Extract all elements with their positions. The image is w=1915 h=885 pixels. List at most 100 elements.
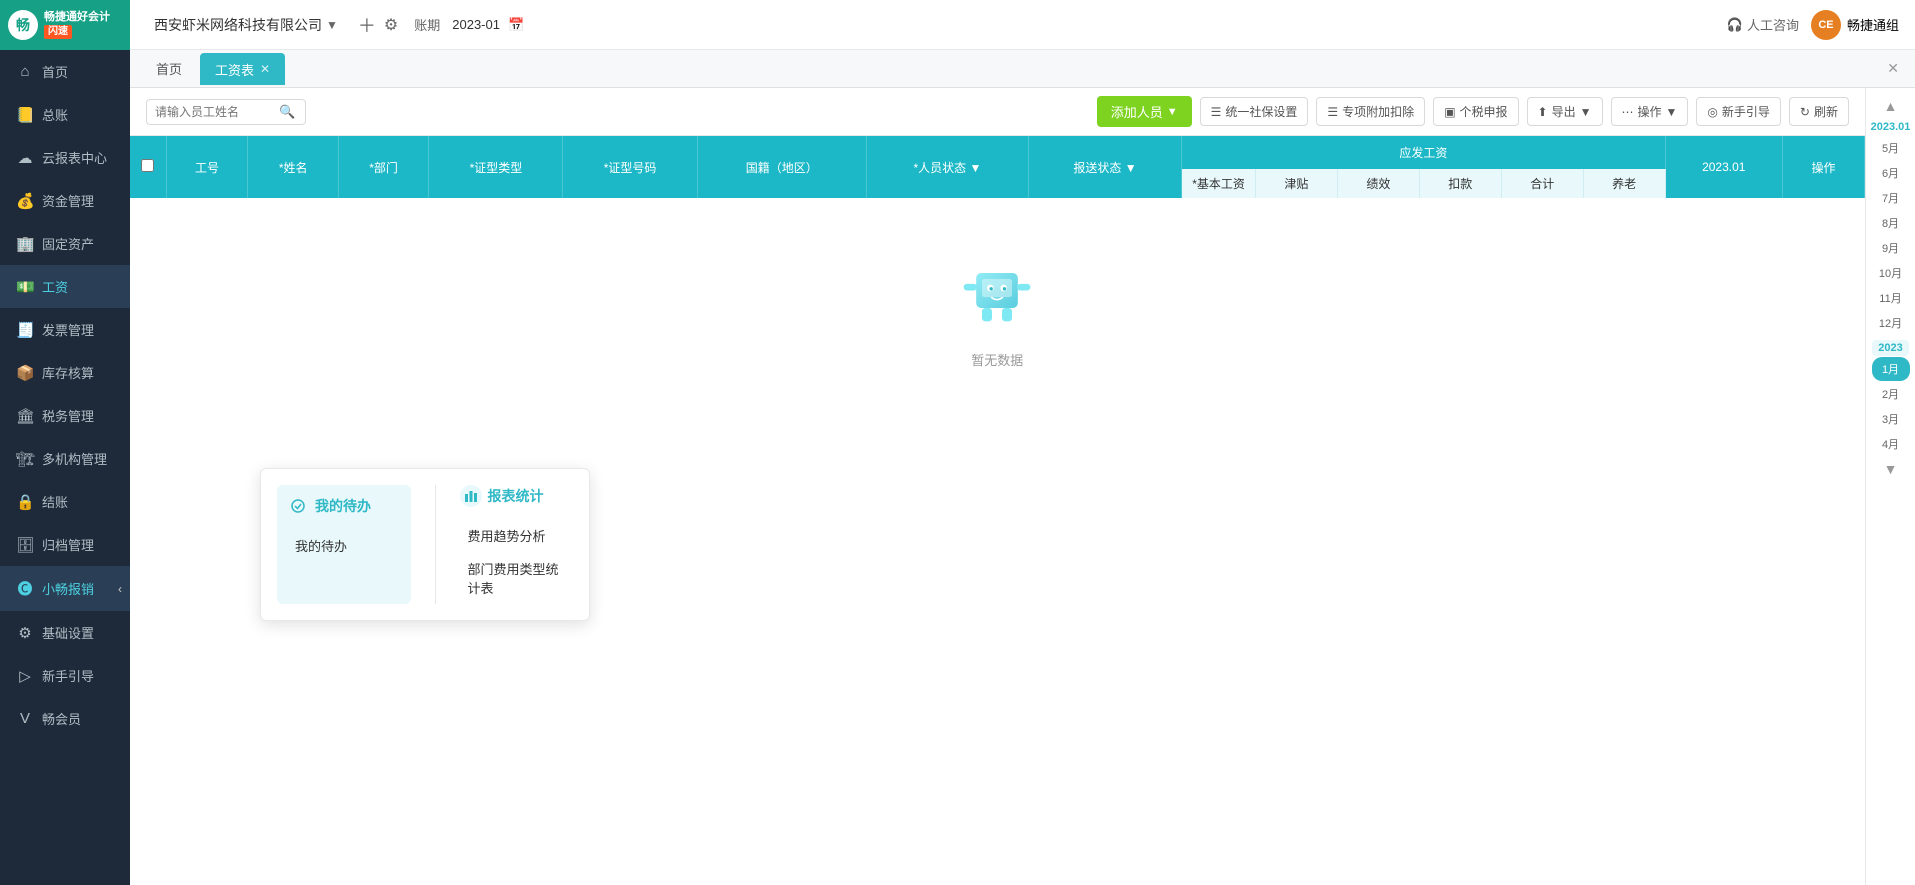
popup-report-item-1[interactable]: 费用趋势分析 xyxy=(460,519,574,552)
timeline-month-7[interactable]: 7月 xyxy=(1872,186,1910,210)
new-guide-button[interactable]: ◎ 新手引导 xyxy=(1696,97,1781,126)
sidebar-item-ledger[interactable]: 📒 总账 xyxy=(0,93,130,136)
sidebar-item-invoice[interactable]: 🧾 发票管理 xyxy=(0,308,130,351)
company-name: 西安虾米网络科技有限公司 xyxy=(154,15,322,35)
period-value: 2023-01 xyxy=(452,17,500,32)
timeline-month-10[interactable]: 10月 xyxy=(1872,261,1910,285)
filter-icon[interactable]: ▼ xyxy=(969,161,981,175)
timeline-up-icon[interactable]: ▲ xyxy=(1880,94,1902,118)
search-box[interactable]: 🔍 xyxy=(146,99,306,125)
timeline-prev-year-label: 2023.01 xyxy=(1867,119,1915,135)
select-all-checkbox[interactable] xyxy=(141,159,154,172)
sidebar-item-fixed-assets[interactable]: 🏢 固定资产 xyxy=(0,222,130,265)
search-input[interactable] xyxy=(155,105,275,119)
period-label: 账期 xyxy=(414,15,440,34)
personal-tax-button[interactable]: ▣ 个税申报 xyxy=(1433,97,1518,126)
col-deduction: 扣款 xyxy=(1419,169,1501,198)
col-status: *人员状态 ▼ xyxy=(866,136,1028,198)
sidebar-item-vip[interactable]: V 畅会员 xyxy=(0,697,130,740)
sidebar: 畅 畅捷通好会计 闪速 ⌂ 首页 📒 总账 ☁ 云报表中心 💰 资金管理 🏢 固… xyxy=(0,0,130,885)
tab-salary-label: 工资表 xyxy=(215,60,254,79)
sidebar-label-ledger: 总账 xyxy=(42,105,68,124)
sidebar-item-archive[interactable]: 🗄 归档管理 xyxy=(0,523,130,566)
add-dropdown-icon: ▼ xyxy=(1167,106,1178,118)
logo-icon: 畅 xyxy=(8,10,38,40)
sidebar-item-cloud-report[interactable]: ☁ 云报表中心 xyxy=(0,136,130,179)
close-tab-icon[interactable]: ✕ xyxy=(260,62,270,76)
home-icon: ⌂ xyxy=(16,63,34,80)
fixed-assets-icon: 🏢 xyxy=(16,235,34,253)
timeline-month-6[interactable]: 6月 xyxy=(1872,161,1910,185)
sidebar-item-close[interactable]: 🔒 结账 xyxy=(0,480,130,523)
timeline-month-4[interactable]: 4月 xyxy=(1872,432,1910,456)
timeline-month-9[interactable]: 9月 xyxy=(1872,236,1910,260)
empty-cell: 暂无数据 xyxy=(130,198,1865,429)
col-total: 合计 xyxy=(1501,169,1583,198)
sidebar-item-salary[interactable]: 💵 工资 xyxy=(0,265,130,308)
col-subsidy: 津贴 xyxy=(1255,169,1337,198)
sidebar-item-basic[interactable]: ⚙ 基础设置 xyxy=(0,611,130,654)
col-period: 2023.01 xyxy=(1665,136,1782,198)
sidebar-label-close: 结账 xyxy=(42,492,68,511)
popup-todo-title: 我的待办 xyxy=(315,496,371,516)
timeline-month-2[interactable]: 2月 xyxy=(1872,382,1910,406)
sidebar-item-xiaochang[interactable]: 🅒 小畅报销 ‹ xyxy=(0,566,130,611)
settings-button[interactable]: ⚙ xyxy=(384,15,398,35)
social-icon: ☰ xyxy=(1211,105,1222,119)
report-filter-icon[interactable]: ▼ xyxy=(1125,161,1137,175)
tab-salary-table[interactable]: 工资表 ✕ xyxy=(200,53,285,85)
sidebar-item-multi-org[interactable]: 🏗 多机构管理 xyxy=(0,437,130,480)
sidebar-item-home[interactable]: ⌂ 首页 xyxy=(0,50,130,93)
close-window-icon[interactable]: ✕ xyxy=(1883,56,1903,80)
timeline-month-5[interactable]: 5月 xyxy=(1872,136,1910,160)
timeline-month-3[interactable]: 3月 xyxy=(1872,407,1910,431)
sidebar-item-fund[interactable]: 💰 资金管理 xyxy=(0,179,130,222)
social-insurance-button[interactable]: ☰ 统一社保设置 xyxy=(1200,97,1309,126)
topbar: 西安虾米网络科技有限公司 ▼ ＋ ⚙ 账期 2023-01 📅 🎧 人工咨询 C… xyxy=(130,0,1915,50)
inventory-icon: 📦 xyxy=(16,364,34,382)
service-button[interactable]: 🎧 人工咨询 xyxy=(1727,15,1799,34)
timeline-month-12[interactable]: 12月 xyxy=(1872,311,1910,335)
sidebar-label-fund: 资金管理 xyxy=(42,191,94,210)
user-menu[interactable]: CE 畅捷通组 xyxy=(1811,10,1899,40)
salary-icon: 💵 xyxy=(16,278,34,296)
calendar-icon[interactable]: 📅 xyxy=(508,17,524,33)
sidebar-label-xiaochang: 小畅报销 xyxy=(42,579,94,598)
empty-row: 暂无数据 xyxy=(130,198,1865,429)
export-button[interactable]: ⬆ 导出 ▼ xyxy=(1527,97,1603,126)
sidebar-item-inventory[interactable]: 📦 库存核算 xyxy=(0,351,130,394)
timeline-down-icon[interactable]: ▼ xyxy=(1880,457,1902,481)
col-id-type: *证型类型 xyxy=(429,136,563,198)
sidebar-item-tax[interactable]: 🏛 税务管理 xyxy=(0,394,130,437)
content-area: 🔍 添加人员 ▼ ☰ 统一社保设置 ☰ 专项附加扣除 xyxy=(130,88,1915,885)
timeline-month-8[interactable]: 8月 xyxy=(1872,211,1910,235)
guide-icon: ◎ xyxy=(1707,105,1717,119)
personal-tax-label: 个税申报 xyxy=(1460,103,1508,120)
toolbar: 🔍 添加人员 ▼ ☰ 统一社保设置 ☰ 专项附加扣除 xyxy=(130,88,1865,136)
sidebar-item-newguide[interactable]: ▷ 新手引导 xyxy=(0,654,130,697)
company-dropdown-icon: ▼ xyxy=(326,18,338,32)
popup-report-title: 报表统计 xyxy=(488,486,544,506)
timeline-month-11[interactable]: 11月 xyxy=(1872,286,1910,310)
add-company-button[interactable]: ＋ xyxy=(358,12,376,38)
col-base-salary: *基本工资 xyxy=(1182,169,1256,198)
special-deduction-button[interactable]: ☰ 专项附加扣除 xyxy=(1316,97,1425,126)
col-report-status: 报送状态 ▼ xyxy=(1028,136,1181,198)
add-person-button[interactable]: 添加人员 ▼ xyxy=(1097,96,1192,127)
col-checkbox[interactable] xyxy=(130,136,166,198)
refresh-button[interactable]: ↻ 刷新 xyxy=(1789,97,1849,126)
col-salary-group: 应发工资 xyxy=(1182,136,1665,169)
tab-home-label: 首页 xyxy=(156,59,182,78)
tab-home[interactable]: 首页 xyxy=(142,53,196,84)
company-selector[interactable]: 西安虾米网络科技有限公司 ▼ xyxy=(146,11,346,39)
sidebar-label-salary: 工资 xyxy=(42,277,68,296)
popup-todo-item-1[interactable]: 我的待办 xyxy=(287,529,401,562)
col-performance: 绩效 xyxy=(1337,169,1419,198)
operation-label: 操作 xyxy=(1638,103,1662,120)
timeline-month-1[interactable]: 1月 xyxy=(1872,357,1910,381)
popup-report-item-2[interactable]: 部门费用类型统计表 xyxy=(460,552,574,604)
report-header-icon xyxy=(460,485,482,507)
multi-org-icon: 🏗 xyxy=(16,450,34,468)
operation-button[interactable]: ⋯ 操作 ▼ xyxy=(1611,97,1689,126)
popup-menu: 我的待办 我的待办 报表统计 费用趋势分析 部门费 xyxy=(260,468,590,621)
